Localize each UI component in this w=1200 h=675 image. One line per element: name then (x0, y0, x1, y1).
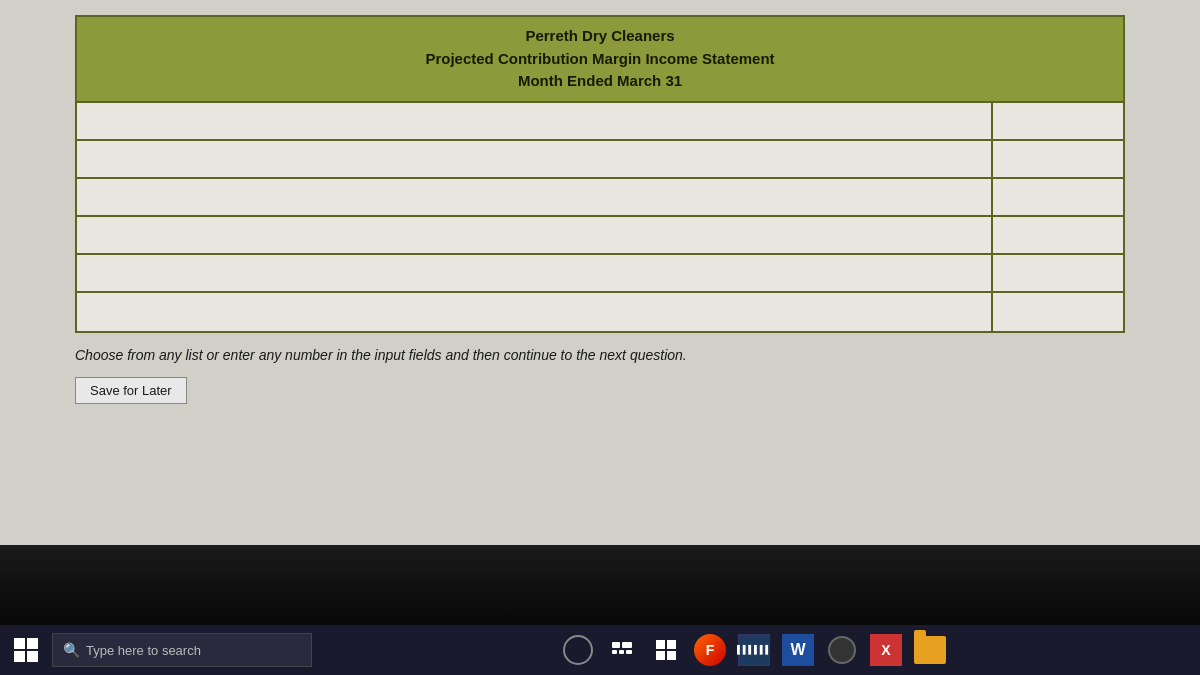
input-row-6-left[interactable] (77, 293, 991, 331)
input-row-2-right[interactable] (993, 141, 1123, 177)
taskbar: 🔍 Type here to search (0, 625, 1200, 675)
bottom-overlay (0, 545, 1200, 625)
input-row-1-left[interactable] (77, 103, 991, 139)
row-3 (77, 179, 991, 217)
browser-button[interactable]: F (690, 628, 730, 672)
main-window: Perreth Dry Cleaners Projected Contribut… (0, 0, 1200, 545)
input-row-6-right[interactable] (993, 293, 1123, 331)
task-view-icon (612, 642, 632, 658)
search-placeholder-text: Type here to search (86, 643, 201, 658)
search-icon: 🔍 (63, 642, 80, 658)
word-icon: W (782, 634, 814, 666)
statement-title: Projected Contribution Margin Income Sta… (87, 48, 1113, 71)
row-4 (77, 217, 991, 255)
input-row-5-right[interactable] (993, 255, 1123, 291)
svg-rect-2 (612, 650, 617, 654)
system-icon-button[interactable]: ▌▌▌ ▌▌▌ (734, 628, 774, 672)
row-5 (77, 255, 991, 293)
instructions-content: Choose from any list or enter any number… (75, 347, 687, 363)
save-later-button[interactable]: Save for Later (75, 377, 187, 404)
left-column (77, 103, 993, 331)
apps-grid-icon (656, 640, 676, 660)
svg-rect-1 (622, 642, 632, 648)
input-row-4-left[interactable] (77, 217, 991, 253)
firefox-icon: F (694, 634, 726, 666)
apps-button[interactable] (646, 628, 686, 672)
period: Month Ended March 31 (87, 70, 1113, 93)
svg-rect-0 (612, 642, 620, 648)
svg-rect-4 (626, 650, 632, 654)
row-4-right (993, 217, 1123, 255)
company-name: Perreth Dry Cleaners (87, 25, 1113, 48)
close-app-icon: X (870, 634, 902, 666)
folder-button[interactable] (910, 628, 950, 672)
row-2 (77, 141, 991, 179)
save-later-container: Save for Later (75, 377, 1125, 404)
header-section: Perreth Dry Cleaners Projected Contribut… (75, 15, 1125, 103)
circle-button[interactable] (822, 628, 862, 672)
right-column (993, 103, 1123, 331)
input-row-4-right[interactable] (993, 217, 1123, 253)
table-area (75, 103, 1125, 333)
row-5-right (993, 255, 1123, 293)
cortana-button[interactable] (558, 628, 598, 672)
svg-rect-3 (619, 650, 624, 654)
row-2-right (993, 141, 1123, 179)
word-button[interactable]: W (778, 628, 818, 672)
folder-icon (914, 636, 946, 664)
instructions-text: Choose from any list or enter any number… (75, 347, 1125, 363)
row-6-right (993, 293, 1123, 331)
circle-icon (828, 636, 856, 664)
input-row-3-left[interactable] (77, 179, 991, 215)
spreadsheet-container: Perreth Dry Cleaners Projected Contribut… (75, 15, 1125, 333)
row-6 (77, 293, 991, 331)
windows-logo-icon (14, 638, 38, 662)
taskbar-search[interactable]: 🔍 Type here to search (52, 633, 312, 667)
x-button[interactable]: X (866, 628, 906, 672)
row-1 (77, 103, 991, 141)
system-tray-icon: ▌▌▌ ▌▌▌ (738, 634, 770, 666)
taskbar-center-icons: F ▌▌▌ ▌▌▌ W X (312, 628, 1196, 672)
start-button[interactable] (4, 628, 48, 672)
input-row-3-right[interactable] (993, 179, 1123, 215)
task-view-button[interactable] (602, 628, 642, 672)
row-3-right (993, 179, 1123, 217)
input-row-2-left[interactable] (77, 141, 991, 177)
input-row-1-right[interactable] (993, 103, 1123, 139)
row-1-right (993, 103, 1123, 141)
cortana-circle-icon (563, 635, 593, 665)
input-row-5-left[interactable] (77, 255, 991, 291)
